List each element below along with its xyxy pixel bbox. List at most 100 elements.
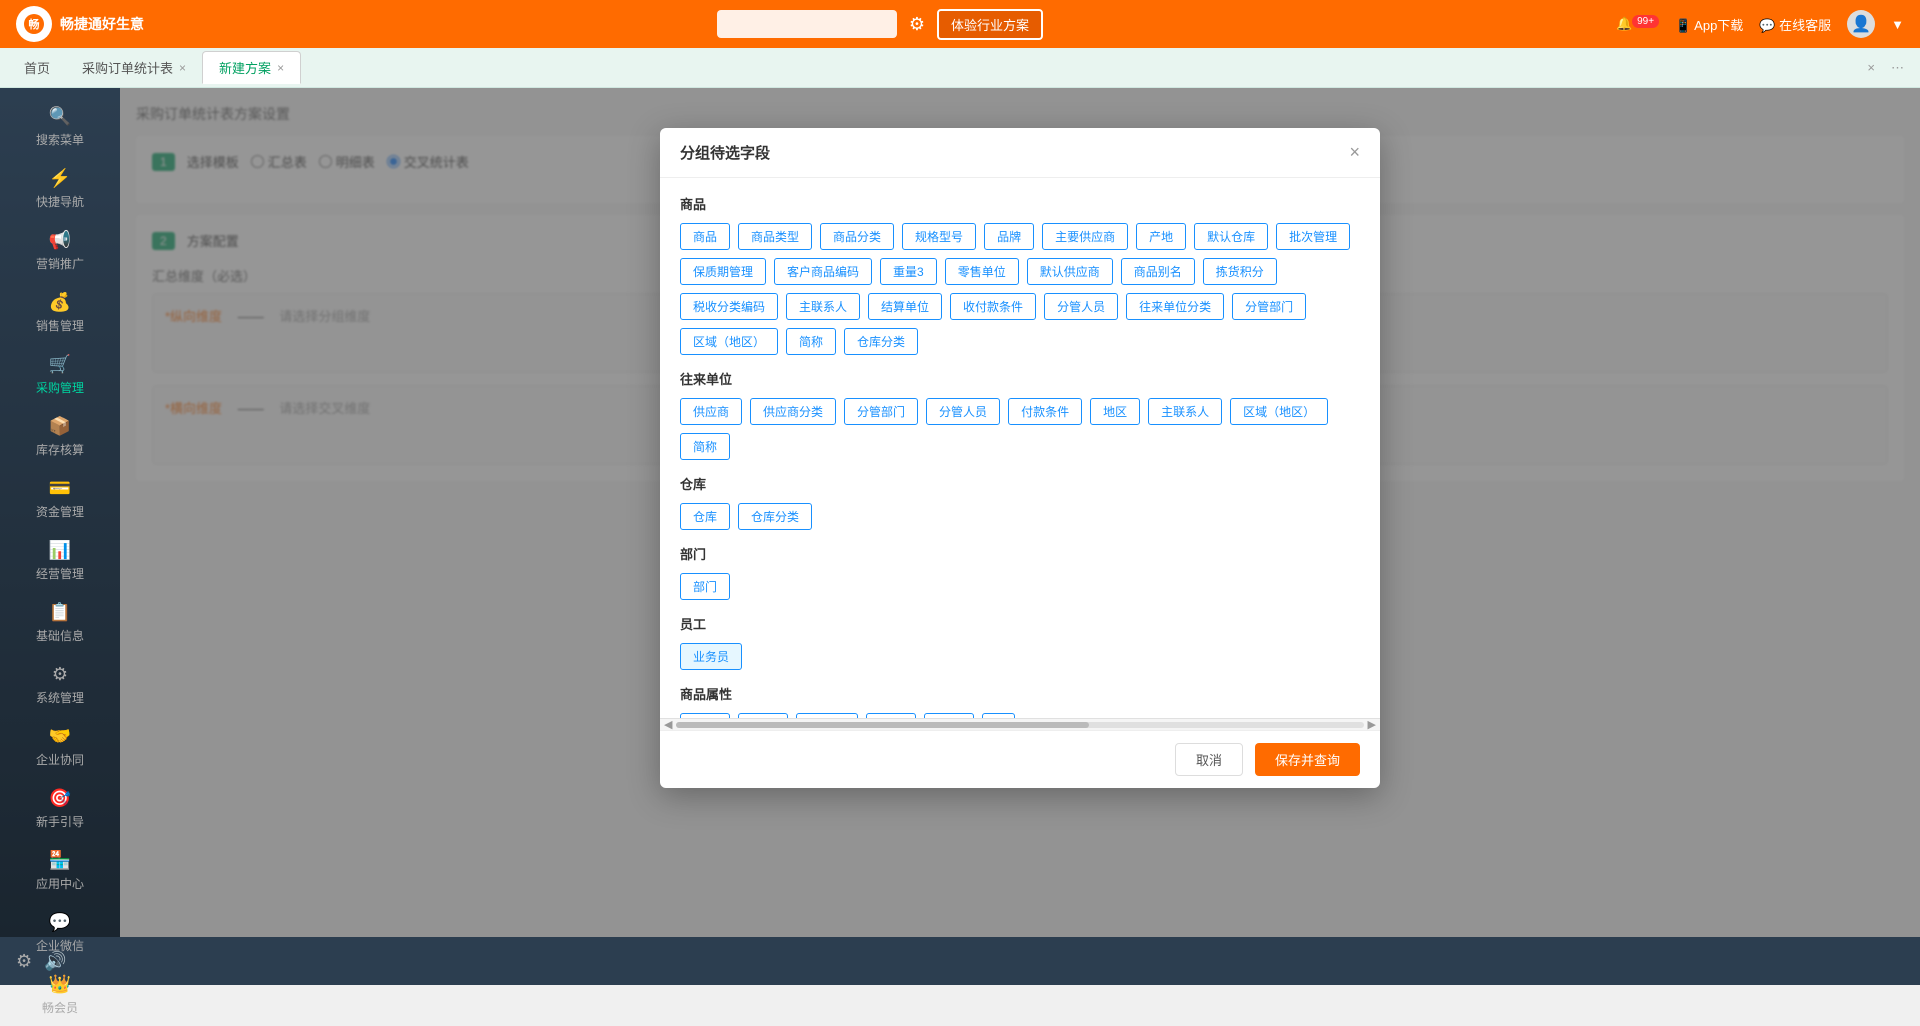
field-tag-supplier[interactable]: 供应商 [680,398,742,425]
field-tag-area[interactable]: 地区 [1090,398,1140,425]
basicinfo-icon: 📋 [49,602,71,623]
sidebar-item-member[interactable]: 👑 畅会员 [0,964,120,1026]
sidebar-item-basicinfo[interactable]: 📋 基础信息 [0,592,120,654]
confirm-button[interactable]: 保存并查询 [1255,743,1360,776]
finance-icon: 💳 [49,478,71,499]
field-tag-supervise-dept[interactable]: 分管部门 [1232,293,1306,320]
sidebar-item-quicknav[interactable]: ⚡ 快捷导航 [0,158,120,220]
field-tag-abbr[interactable]: 简称 [786,328,836,355]
field-tag-spec-model[interactable]: 规格型号 [902,223,976,250]
field-tag-default-warehouse[interactable]: 默认仓库 [1194,223,1268,250]
sidebar-item-purchase[interactable]: 🛒 采购管理 [0,344,120,406]
sidebar-item-sysmanage[interactable]: ⚙ 系统管理 [0,654,120,716]
operations-icon: 📊 [49,540,71,561]
sidebar-item-purchase-label: 采购管理 [36,379,84,396]
field-tag-warehouse[interactable]: 仓库 [680,503,730,530]
field-tag-brand[interactable]: 品牌 [984,223,1034,250]
settings-icon[interactable]: ⚙ [909,14,925,35]
field-tag-salesperson[interactable]: 业务员 [680,643,742,670]
tab-new-plan-close[interactable]: × [277,61,284,75]
main-layout: 🔍 搜索菜单 ⚡ 快捷导航 📢 营销推广 💰 销售管理 🛒 采购管理 📦 库存核… [0,88,1920,937]
field-tag-supervise-person[interactable]: 分管人员 [1044,293,1118,320]
online-service-link[interactable]: 💬 在线客服 [1759,15,1831,34]
sidebar-item-operations-label: 经营管理 [36,565,84,582]
sidebar-item-collab-label: 企业协同 [36,751,84,768]
modal-horizontal-scrollbar[interactable]: ◀ ▶ [660,718,1380,730]
sidebar-item-inventory[interactable]: 📦 库存核算 [0,406,120,468]
field-tag-partner-contact[interactable]: 主联系人 [1148,398,1222,425]
appcenter-icon: 🏪 [49,850,71,871]
hscroll-track [676,722,1363,728]
bottom-toolbar: ⚙ 🔊 [0,937,1920,985]
field-tag-goods-category[interactable]: 商品分类 [820,223,894,250]
field-tag-payment-condition[interactable]: 付款条件 [1008,398,1082,425]
modal-close-button[interactable]: × [1349,142,1360,163]
field-tag-region[interactable]: 区域（地区） [680,328,778,355]
field-tag-partner-region[interactable]: 区域（地区） [1230,398,1328,425]
search-icon: 🔍 [49,106,71,127]
field-tag-customer-code[interactable]: 客户商品编码 [774,258,872,285]
search-input[interactable] [717,10,897,38]
sidebar-item-marketing[interactable]: 📢 营销推广 [0,220,120,282]
field-tag-alias[interactable]: 商品别名 [1121,258,1195,285]
sidebar-item-search-label: 搜索菜单 [36,131,84,148]
sidebar-item-appcenter[interactable]: 🏪 应用中心 [0,840,120,902]
sidebar-item-sales-label: 销售管理 [36,317,84,334]
tab-purchase-stats-close[interactable]: × [179,61,186,75]
sidebar-item-quicknav-label: 快捷导航 [36,193,84,210]
field-tag-origin[interactable]: 产地 [1136,223,1186,250]
field-tag-shelf-life[interactable]: 保质期管理 [680,258,766,285]
field-tag-main-supplier[interactable]: 主要供应商 [1042,223,1128,250]
app-download-link[interactable]: 📱 App下载 [1675,15,1743,34]
tab-new-plan-label: 新建方案 [219,58,271,77]
sidebar-item-operations[interactable]: 📊 经营管理 [0,530,120,592]
notification-area[interactable]: 🔔99+ [1616,16,1659,32]
field-tag-dept[interactable]: 部门 [680,573,730,600]
sidebar-item-newbie-label: 新手引导 [36,813,84,830]
field-tag-weight[interactable]: 重量3 [880,258,937,285]
field-tag-warehouse-cat[interactable]: 仓库分类 [738,503,812,530]
tab-home[interactable]: 首页 [8,52,66,83]
cancel-button[interactable]: 取消 [1175,743,1243,776]
field-grid-partner: 供应商 供应商分类 分管部门 分管人员 付款条件 地区 主联系人 区域（地区） … [680,398,1360,460]
tab-bar-expand[interactable]: ⋯ [1883,60,1912,76]
bottom-settings-icon[interactable]: ⚙ [16,951,32,972]
field-tag-partner-person[interactable]: 分管人员 [926,398,1000,425]
sidebar-item-appcenter-label: 应用中心 [36,875,84,892]
field-tag-goods-type[interactable]: 商品类型 [738,223,812,250]
section-title-dept: 部门 [680,544,1360,563]
sidebar-item-newbie[interactable]: 🎯 新手引导 [0,778,120,840]
sidebar-item-finance[interactable]: 💳 资金管理 [0,468,120,530]
tab-bar-collapse[interactable]: × [1859,60,1883,75]
sidebar-item-collab[interactable]: 🤝 企业协同 [0,716,120,778]
field-tag-main-contact[interactable]: 主联系人 [786,293,860,320]
sidebar-item-search[interactable]: 🔍 搜索菜单 [0,96,120,158]
field-tag-partner-category[interactable]: 往来单位分类 [1126,293,1224,320]
field-grid-dept: 部门 [680,573,1360,600]
tab-new-plan[interactable]: 新建方案 × [202,51,301,84]
experience-button[interactable]: 体验行业方案 [937,9,1043,40]
field-tag-partner-abbr[interactable]: 简称 [680,433,730,460]
field-tag-default-supplier[interactable]: 默认供应商 [1027,258,1113,285]
tab-purchase-stats[interactable]: 采购订单统计表 × [66,52,202,83]
logo-text: 畅捷通好生意 [60,14,144,34]
field-tag-retail-unit[interactable]: 零售单位 [945,258,1019,285]
field-tag-goods[interactable]: 商品 [680,223,730,250]
quicknav-icon: ⚡ [49,168,71,189]
field-tag-pick-points[interactable]: 拣货积分 [1203,258,1277,285]
field-tag-tax-code[interactable]: 税收分类编码 [680,293,778,320]
sidebar-item-inventory-label: 库存核算 [36,441,84,458]
field-tag-supplier-category[interactable]: 供应商分类 [750,398,836,425]
avatar[interactable]: 👤 [1847,10,1875,38]
logo-icon: 畅 [16,6,52,42]
field-tag-warehouse-category[interactable]: 仓库分类 [844,328,918,355]
bottom-audio-icon[interactable]: 🔊 [44,951,66,972]
field-tag-batch-manage[interactable]: 批次管理 [1276,223,1350,250]
user-menu[interactable]: ▼ [1891,17,1904,32]
sales-icon: 💰 [49,292,71,313]
field-tag-settlement-unit[interactable]: 结算单位 [868,293,942,320]
field-tag-partner-dept[interactable]: 分管部门 [844,398,918,425]
sidebar-item-sales[interactable]: 💰 销售管理 [0,282,120,344]
field-tag-payment-terms[interactable]: 收付款条件 [950,293,1036,320]
newbie-icon: 🎯 [49,788,71,809]
